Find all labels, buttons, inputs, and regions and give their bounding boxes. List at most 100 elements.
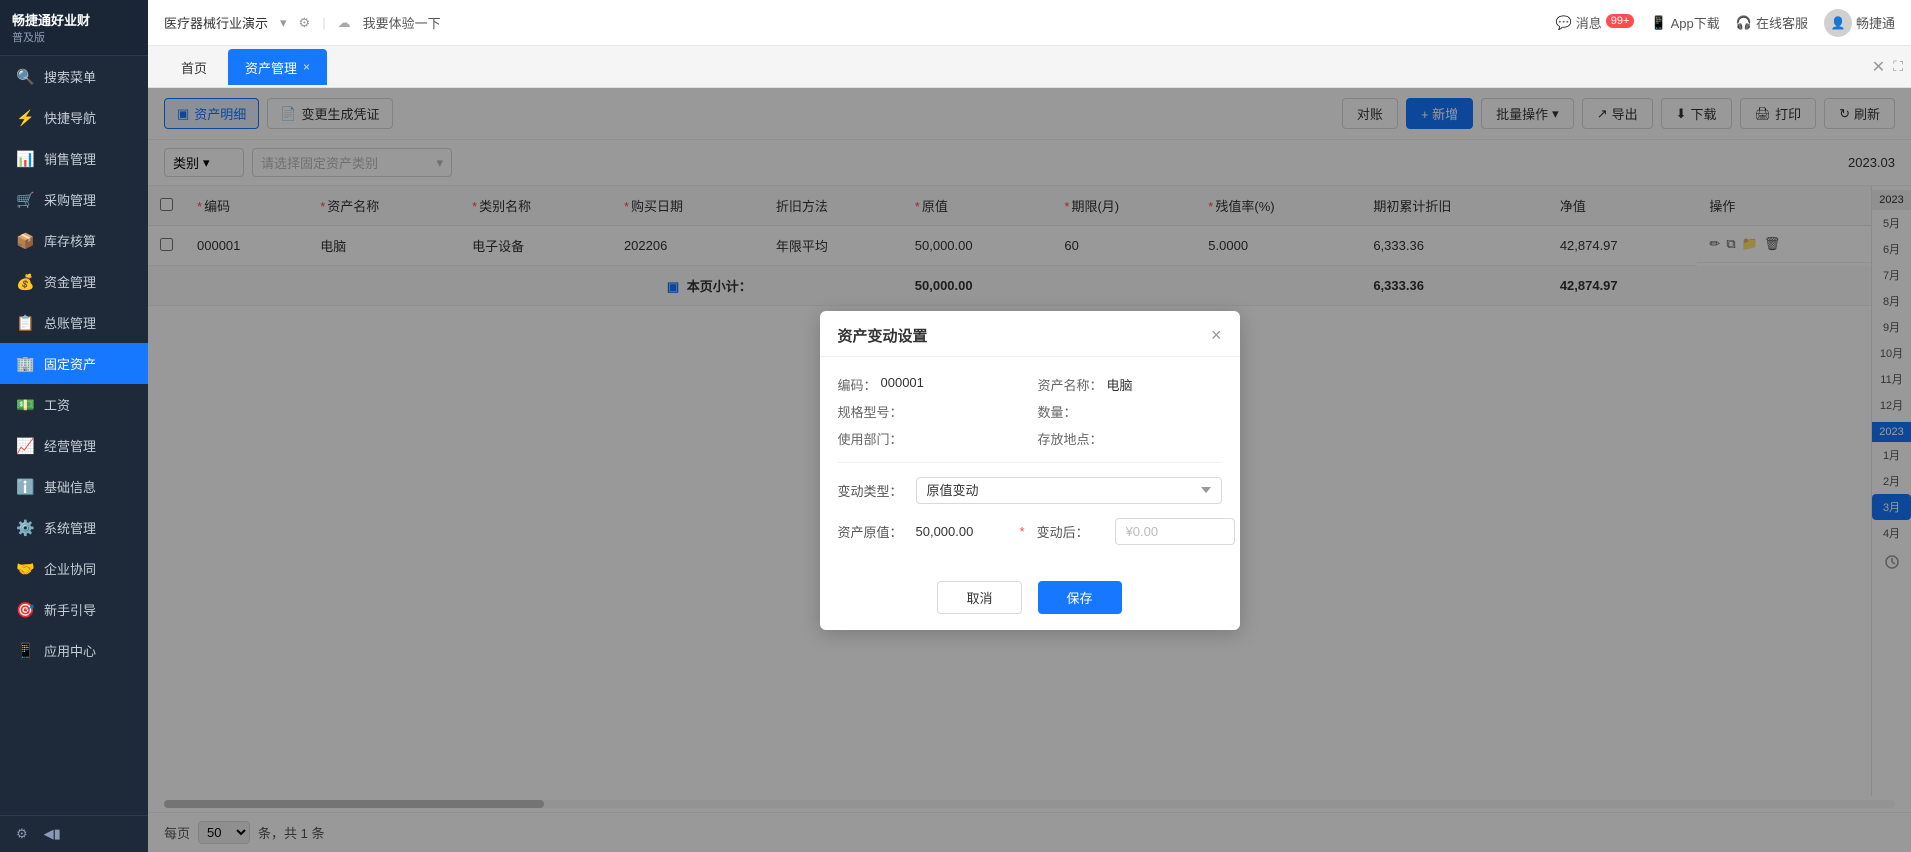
- dialog-body: 编码： 000001 资产名称： 电脑 规格型号： 数量：: [820, 357, 1240, 571]
- topbar: 医疗器械行业演示 ▾ ⚙ | ☁ 我要体验一下 💬 消息 99+ 📱 App下载…: [148, 0, 1911, 46]
- sidebar-scroll: 🔍 搜索菜单 ⚡快捷导航📊销售管理 🛒 采购管理 📦 库存核算 💰 资金管理 📋 总账管理 🏢 固定资产…: [0, 56, 148, 815]
- sidebar-item-经营管理[interactable]: 📈经营管理: [0, 425, 148, 466]
- tab-asset[interactable]: 资产管理 ×: [228, 49, 327, 85]
- app-download-btn[interactable]: 📱 App下载: [1650, 13, 1719, 32]
- sidebar-label: 总账管理: [44, 313, 96, 332]
- sidebar-item-应用中心[interactable]: 📱应用中心: [0, 630, 148, 671]
- dialog-name-item: 资产名称： 电脑: [1038, 375, 1222, 394]
- company-name: 医疗器械行业演示: [164, 13, 268, 32]
- save-button[interactable]: 保存: [1038, 581, 1122, 614]
- dialog-header: 资产变动设置 ×: [820, 311, 1240, 357]
- tab-home-label: 首页: [181, 58, 207, 77]
- sidebar: 畅捷通好业财 普及版 🔍 搜索菜单 ⚡快捷导航📊销售管理 🛒 采购管理 📦 库存核算 💰 资金管…: [0, 0, 148, 852]
- online-service-btn[interactable]: 🎧 在线客服: [1736, 13, 1808, 32]
- dialog-info-grid: 编码： 000001 资产名称： 电脑 规格型号： 数量：: [838, 375, 1222, 463]
- cloud-icon: ☁: [338, 15, 351, 31]
- dialog-title: 资产变动设置: [838, 325, 928, 346]
- window-maximize-icon[interactable]: ⛶: [1893, 58, 1903, 75]
- sidebar-bottom[interactable]: ⚙ ◀▮: [0, 815, 148, 852]
- sidebar-icon: 🛒: [16, 191, 34, 209]
- sidebar-label: 系统管理: [44, 518, 96, 537]
- sidebar-icon: 🤝: [16, 560, 34, 578]
- sidebar-icon: 🔍: [16, 68, 34, 86]
- sidebar-item-资金管理[interactable]: 💰 资金管理: [0, 261, 148, 302]
- dialog-change-type-label: 变动类型：: [838, 481, 908, 500]
- user-area[interactable]: 👤 畅捷通: [1824, 9, 1895, 37]
- sidebar-item-库存核算[interactable]: 📦 库存核算: [0, 220, 148, 261]
- sidebar-icon: ⚡: [16, 109, 34, 127]
- online-service-label: 在线客服: [1756, 13, 1808, 32]
- sidebar-item-基础信息[interactable]: ℹ️ 基础信息: [0, 466, 148, 507]
- sidebar-icon: 💵: [16, 396, 34, 414]
- app-download-label: App下载: [1671, 13, 1720, 32]
- dialog-code-value: 000001: [881, 375, 924, 394]
- dialog-quantity-item: 数量：: [1038, 402, 1222, 421]
- sidebar-item-工资[interactable]: 💵 工资: [0, 384, 148, 425]
- sidebar-item-快捷导航[interactable]: ⚡快捷导航: [0, 97, 148, 138]
- sidebar-item-新手引导[interactable]: 🎯新手引导: [0, 589, 148, 630]
- sidebar-item-企业协同[interactable]: 🤝 企业协同: [0, 548, 148, 589]
- main-area: 医疗器械行业演示 ▾ ⚙ | ☁ 我要体验一下 💬 消息 99+ 📱 App下载…: [148, 0, 1911, 852]
- sidebar-icon: 📱: [16, 642, 34, 660]
- logo-sub: 普及版: [12, 29, 90, 45]
- dialog-code-label: 编码：: [838, 375, 877, 394]
- sidebar-icon: 📦: [16, 232, 34, 250]
- sidebar-item-固定资产[interactable]: 🏢 固定资产: [0, 343, 148, 384]
- tab-asset-label: 资产管理: [245, 58, 297, 77]
- sidebar-icon: 🎯: [16, 601, 34, 619]
- sidebar-label: 基础信息: [44, 477, 96, 496]
- dialog-after-required: *: [1020, 524, 1025, 539]
- tab-asset-close[interactable]: ×: [303, 60, 310, 74]
- sidebar-icon: 🏢: [16, 355, 34, 373]
- dialog-original-value: 50,000.00: [916, 524, 996, 539]
- experience-text[interactable]: 我要体验一下: [363, 13, 441, 32]
- collapse-icon[interactable]: ◀▮: [44, 826, 61, 842]
- sidebar-item-总账管理[interactable]: 📋 总账管理: [0, 302, 148, 343]
- sidebar-icon: 📈: [16, 437, 34, 455]
- dialog-spec-label: 规格型号：: [838, 402, 903, 421]
- dialog-department-label: 使用部门：: [838, 429, 903, 448]
- sidebar-logo: 畅捷通好业财 普及版: [0, 0, 148, 56]
- dropdown-arrow[interactable]: ▾: [280, 15, 287, 31]
- sidebar-label: 工资: [44, 395, 70, 414]
- dialog-overlay: 资产变动设置 × 编码： 000001 资产名称： 电脑: [148, 88, 1911, 852]
- window-minimize-icon[interactable]: ✕: [1872, 57, 1885, 77]
- sidebar-icon: 💰: [16, 273, 34, 291]
- message-badge: 99+: [1606, 14, 1635, 28]
- sidebar-label: 固定资产: [44, 354, 96, 373]
- download-icon: 📱: [1650, 15, 1666, 31]
- asset-change-dialog: 资产变动设置 × 编码： 000001 资产名称： 电脑: [820, 311, 1240, 630]
- sidebar-item-系统管理[interactable]: ⚙️系统管理: [0, 507, 148, 548]
- sidebar-label: 采购管理: [44, 190, 96, 209]
- dialog-change-type-select[interactable]: 原值变动 减值变动: [916, 477, 1222, 504]
- settings-icon[interactable]: ⚙: [16, 826, 28, 842]
- cancel-button[interactable]: 取消: [937, 581, 1021, 614]
- sidebar-label: 企业协同: [44, 559, 96, 578]
- message-label: 消息: [1576, 13, 1602, 32]
- sidebar-item-销售管理[interactable]: 📊销售管理: [0, 138, 148, 179]
- dialog-footer: 取消 保存: [820, 571, 1240, 630]
- settings-gear-icon[interactable]: ⚙: [299, 15, 311, 31]
- user-name: 畅捷通: [1856, 13, 1895, 32]
- tab-home[interactable]: 首页: [164, 49, 224, 85]
- sidebar-icon: ℹ️: [16, 478, 34, 496]
- service-icon: 🎧: [1736, 15, 1752, 31]
- sidebar-item-搜索菜单[interactable]: 🔍 搜索菜单: [0, 56, 148, 97]
- content-area: ▣ 资产明细 📄 变更生成凭证 对账 + 新增 批量操作 ▾: [148, 88, 1911, 852]
- sidebar-icon: 📋: [16, 314, 34, 332]
- message-btn[interactable]: 💬 消息 99+: [1556, 13, 1635, 32]
- dialog-quantity-label: 数量：: [1038, 402, 1077, 421]
- dialog-close-btn[interactable]: ×: [1211, 326, 1222, 344]
- avatar: 👤: [1824, 9, 1852, 37]
- dialog-code-item: 编码： 000001: [838, 375, 1022, 394]
- logo-text: 畅捷通好业财: [12, 10, 90, 29]
- dialog-department-item: 使用部门：: [838, 429, 1022, 448]
- sidebar-label: 资金管理: [44, 272, 96, 291]
- dialog-location-item: 存放地点：: [1038, 429, 1222, 448]
- dialog-after-label: 变动后：: [1037, 522, 1107, 541]
- sidebar-label: 搜索菜单: [44, 67, 96, 86]
- dialog-after-input[interactable]: [1115, 518, 1235, 545]
- sidebar-item-采购管理[interactable]: 🛒 采购管理: [0, 179, 148, 220]
- topbar-right: 💬 消息 99+ 📱 App下载 🎧 在线客服 👤 畅捷通: [1556, 9, 1895, 37]
- sidebar-label: 库存核算: [44, 231, 96, 250]
